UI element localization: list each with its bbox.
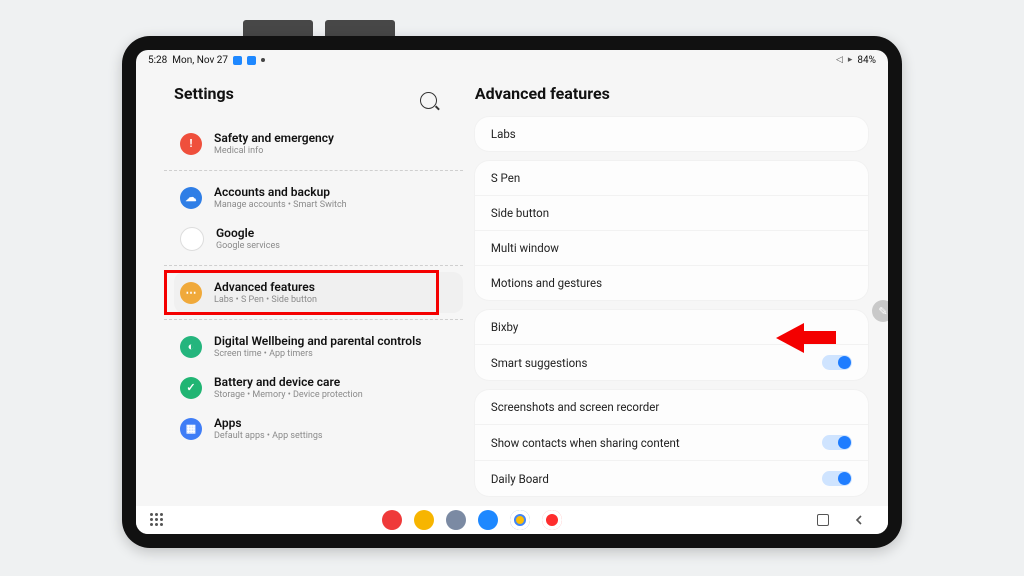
apps-icon: ▦ <box>180 418 202 440</box>
settings-card: Screenshots and screen recorder Show cont… <box>475 390 868 496</box>
dw-icon: ◐ <box>180 336 202 358</box>
taskbar-camera-icon[interactable] <box>542 510 562 530</box>
status-indicator-icon <box>233 56 242 65</box>
option-label: Screenshots and screen recorder <box>491 400 659 414</box>
settings-item-label: Digital Wellbeing and parental controls <box>214 334 421 348</box>
status-indicator-icon <box>247 56 256 65</box>
divider <box>164 170 463 171</box>
divider <box>164 319 463 320</box>
settings-item-sub: Labs • S Pen • Side button <box>214 295 317 305</box>
option-daily-board[interactable]: Daily Board <box>475 460 868 496</box>
option-motions-and-gestures[interactable]: Motions and gestures <box>475 265 868 300</box>
option-multi-window[interactable]: Multi window <box>475 230 868 265</box>
nav-home-icon[interactable] <box>816 513 830 527</box>
edit-fab-icon[interactable]: ✎ <box>872 300 888 322</box>
settings-item-label: Safety and emergency <box>214 131 334 145</box>
option-bixby[interactable]: Bixby <box>475 310 868 344</box>
status-more-icon <box>261 58 265 62</box>
nav-recents-icon[interactable] <box>780 513 794 527</box>
settings-item-sub: Medical info <box>214 146 334 156</box>
taskbar-files-icon[interactable] <box>414 510 434 530</box>
taskbar-discord-icon[interactable] <box>446 510 466 530</box>
details-pane: Advanced features Labs S Pen Side button Mu… <box>467 70 888 506</box>
search-icon[interactable] <box>420 92 437 109</box>
option-label: Labs <box>491 127 516 141</box>
screen: 5:28 Mon, Nov 27 ◁ ▸ 84% Settings <box>136 50 888 534</box>
settings-item-sub: Default apps • App settings <box>214 431 323 441</box>
settings-item-label: Battery and device care <box>214 375 363 389</box>
settings-sidebar: Settings ! Safety and emergencyMedical in… <box>136 70 467 506</box>
option-label: Side button <box>491 206 549 220</box>
option-labs[interactable]: Labs <box>475 117 868 151</box>
safety-icon: ! <box>180 133 202 155</box>
option-label: Show contacts when sharing content <box>491 436 680 450</box>
google-icon: G <box>180 227 204 251</box>
accounts-icon: ☁ <box>180 187 202 209</box>
taskbar-messages-icon[interactable] <box>478 510 498 530</box>
nav-back-icon[interactable] <box>852 513 866 527</box>
settings-item-safety[interactable]: ! Safety and emergencyMedical info <box>174 123 463 164</box>
wifi-icon: ◁ <box>836 55 843 65</box>
option-label: S Pen <box>491 171 520 185</box>
taskbar-chrome-icon[interactable] <box>510 510 530 530</box>
settings-item-battery[interactable]: ✓ Battery and device careStorage • Memory… <box>174 367 463 408</box>
settings-item-sub: Manage accounts • Smart Switch <box>214 200 347 210</box>
option-label: Bixby <box>491 320 519 334</box>
settings-card: Bixby Smart suggestions <box>475 310 868 380</box>
settings-item-label: Google <box>216 226 280 240</box>
tablet-frame: 5:28 Mon, Nov 27 ◁ ▸ 84% Settings <box>122 36 902 548</box>
settings-title: Settings <box>174 84 234 103</box>
settings-card: S Pen Side button Multi window Motions and … <box>475 161 868 300</box>
status-time: 5:28 <box>148 55 167 66</box>
option-smart-suggestions[interactable]: Smart suggestions <box>475 344 868 380</box>
taskbar-flipboard-icon[interactable] <box>382 510 402 530</box>
option-label: Smart suggestions <box>491 356 588 370</box>
settings-item-sub: Storage • Memory • Device protection <box>214 390 363 400</box>
settings-item-apps[interactable]: ▦ AppsDefault apps • App settings <box>174 408 463 449</box>
toggle-show-contacts-when-sharing-content[interactable] <box>822 435 852 450</box>
toggle-smart-suggestions[interactable] <box>822 355 852 370</box>
option-label: Daily Board <box>491 472 549 486</box>
option-label: Motions and gestures <box>491 276 602 290</box>
adv-icon: ⋯ <box>180 282 202 304</box>
settings-item-google[interactable]: G GoogleGoogle services <box>174 218 463 259</box>
settings-item-sub: Screen time • App timers <box>214 349 421 359</box>
settings-item-sub: Google services <box>216 241 280 251</box>
option-side-button[interactable]: Side button <box>475 195 868 230</box>
taskbar <box>136 506 888 534</box>
settings-item-label: Apps <box>214 416 323 430</box>
details-title: Advanced features <box>475 84 868 103</box>
battery-icon: ✓ <box>180 377 202 399</box>
option-label: Multi window <box>491 241 559 255</box>
battery-percentage: 84% <box>857 55 876 66</box>
apps-grid-icon[interactable] <box>150 513 164 527</box>
signal-icon: ▸ <box>848 55 853 65</box>
settings-item-label: Accounts and backup <box>214 185 347 199</box>
toggle-daily-board[interactable] <box>822 471 852 486</box>
settings-item-label: Advanced features <box>214 280 317 294</box>
settings-item-accounts[interactable]: ☁ Accounts and backupManage accounts • Sm… <box>174 177 463 218</box>
settings-item-dw[interactable]: ◐ Digital Wellbeing and parental controls… <box>174 326 463 367</box>
settings-card: Labs <box>475 117 868 151</box>
status-date: Mon, Nov 27 <box>172 55 228 66</box>
divider <box>164 265 463 266</box>
option-show-contacts-when-sharing-content[interactable]: Show contacts when sharing content <box>475 424 868 460</box>
settings-item-adv[interactable]: ⋯ Advanced featuresLabs • S Pen • Side bu… <box>174 272 463 313</box>
option-s-pen[interactable]: S Pen <box>475 161 868 195</box>
status-bar: 5:28 Mon, Nov 27 ◁ ▸ 84% <box>136 50 888 70</box>
option-screenshots-and-screen-recorder[interactable]: Screenshots and screen recorder <box>475 390 868 424</box>
